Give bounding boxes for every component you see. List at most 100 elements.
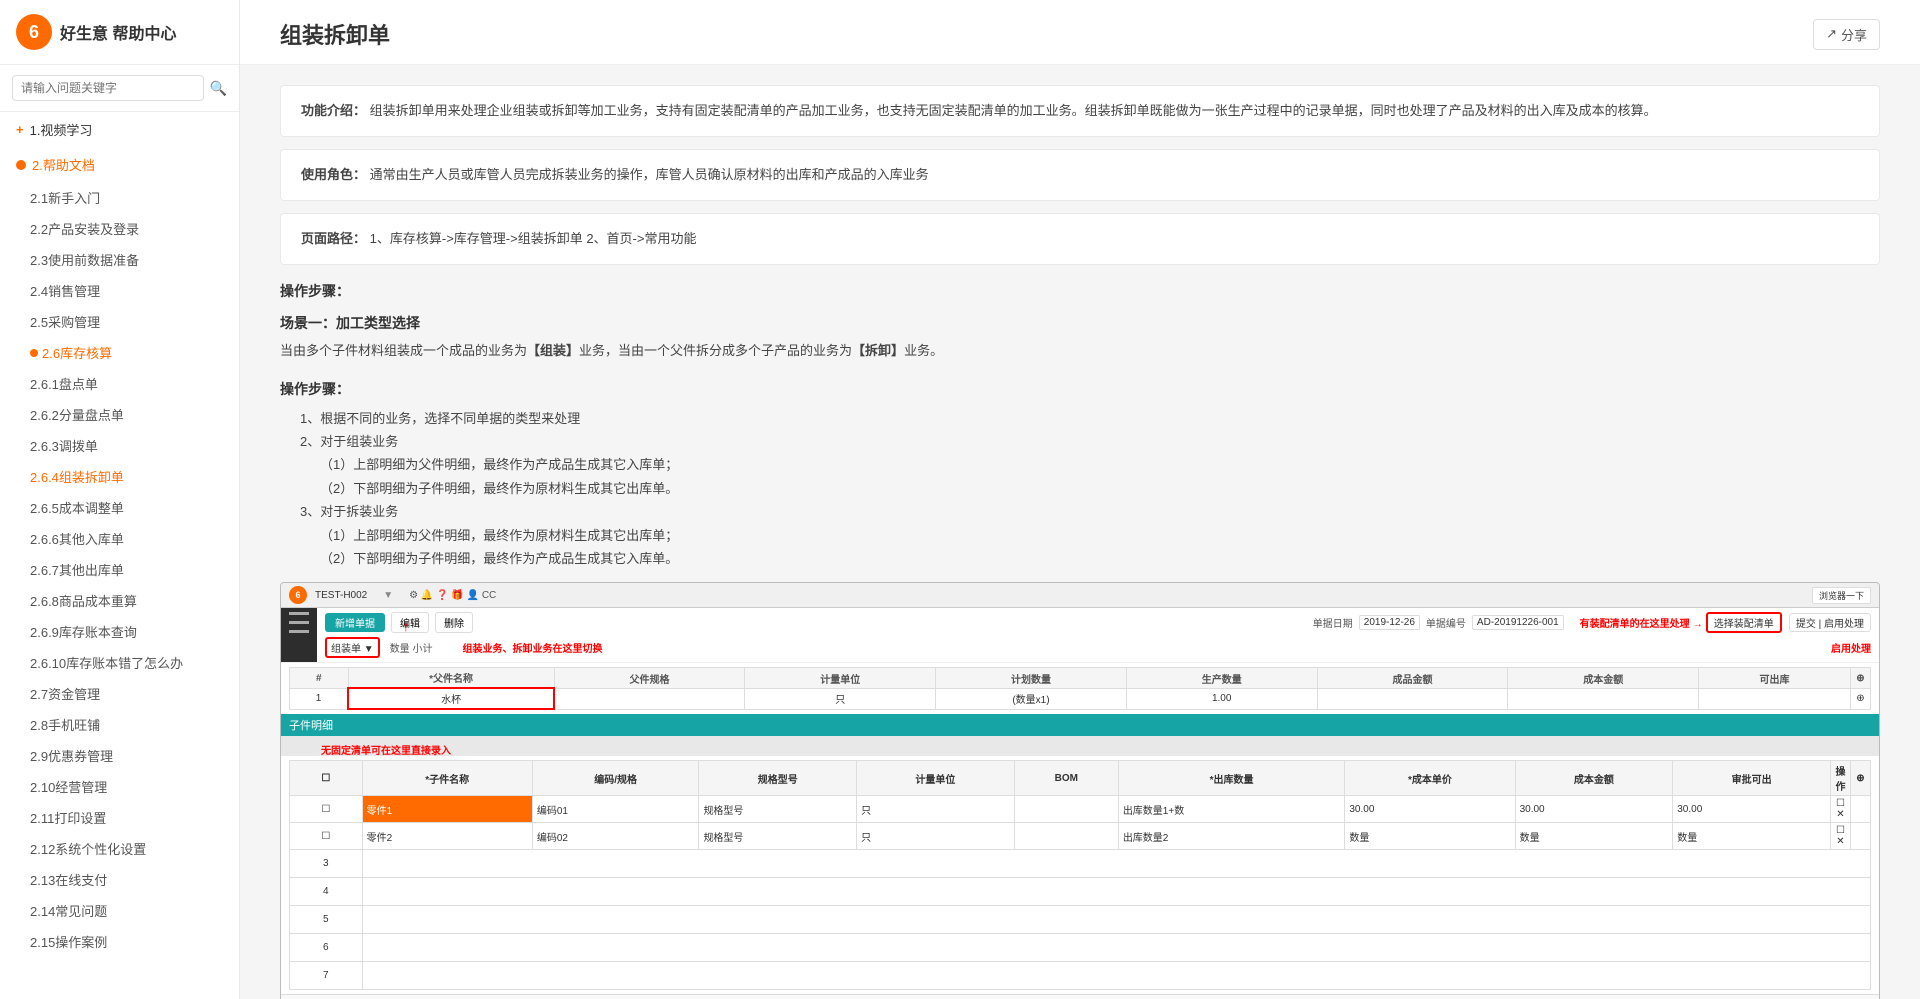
- t2-r2-outqty: 出库数量2: [1118, 823, 1345, 850]
- sidebar-item-partstocktake[interactable]: 2.6.2分量盘点单: [16, 399, 239, 430]
- app-module-header: 新增单据 编辑 删除 单据日期 2019-12-26 单据编号 AD-20191…: [281, 608, 1879, 663]
- share-button[interactable]: ↗ 分享: [1813, 19, 1880, 50]
- app-form-area: 组装单 ▼ 数量 小计 组装业务、拆卸业务在这里切换 ↑ 启用处理: [325, 637, 1871, 658]
- app-new-btn[interactable]: 新增单据: [325, 613, 385, 632]
- sidebar-item-stocktake[interactable]: 2.6.1盘点单: [16, 368, 239, 399]
- t2-r2-unit: 只: [857, 823, 1015, 850]
- ops-title: 操作步骤：: [280, 281, 1880, 301]
- sidebar-item-install[interactable]: 2.2产品安装及登录: [0, 213, 239, 244]
- annotation5-text: 无固定清单可在这里直接录入: [321, 742, 451, 757]
- annotation4-arrow: ↑: [402, 618, 409, 634]
- t2-r2-approve: 数量: [1673, 823, 1831, 850]
- app-edit-btn[interactable]: 编辑: [391, 612, 429, 633]
- sidebar-item-print[interactable]: 2.11打印设置: [0, 802, 239, 833]
- th-product-amt: 成品金额: [1317, 668, 1508, 689]
- app-table2-container: ☐ *子件名称 编码/规格 规格型号 计量单位 BOM *出库数量 *成本单价 …: [281, 756, 1879, 994]
- app-table1-container: # *父件名称 父件规格 计量单位 计划数量 生产数量 成品金额 成本金额 可出…: [281, 663, 1879, 714]
- role-block: 使用角色： 通常由生产人员或库管人员完成拆装业务的操作，库管人员确认原材料的出库…: [280, 149, 1880, 201]
- sidebar-item-onlinepay[interactable]: 2.13在线支付: [0, 864, 239, 895]
- main-content: 组装拆卸单 ↗ 分享 功能介绍： 组装拆卸单用来处理企业组装或拆卸等加工业务，支…: [240, 0, 1920, 999]
- t2-th-outqty: *出库数量: [1118, 761, 1345, 796]
- sidebar-item-personalize[interactable]: 2.12系统个性化设置: [0, 833, 239, 864]
- sidebar-item-cases[interactable]: 2.15操作案例: [0, 926, 239, 957]
- step-list: 1、根据不同的业务，选择不同单据的类型来处理 2、对于组装业务 （1）上部明细为…: [280, 407, 1880, 571]
- sidebar-item-newbie[interactable]: 2.1新手入门: [0, 182, 239, 213]
- t1-r1-costamt: [1508, 688, 1699, 709]
- section-label: 子件明细: [289, 717, 333, 733]
- sidebar-item-costrecalc[interactable]: 2.6.8商品成本重算: [16, 585, 239, 616]
- annotation-arrow1: →: [1693, 619, 1703, 630]
- sidebar-item-stockerror[interactable]: 2.6.10库存账本错了怎么办: [16, 647, 239, 678]
- t2-r1-costamt: 30.00: [1515, 796, 1673, 823]
- sidebar-item-stockledger[interactable]: 2.6.9库存账本查询: [16, 616, 239, 647]
- page-title: 组装拆卸单: [280, 18, 390, 50]
- step2: 2、对于组装业务: [300, 430, 1880, 453]
- app-table2-head: ☐ *子件名称 编码/规格 规格型号 计量单位 BOM *出库数量 *成本单价 …: [290, 761, 1871, 796]
- sidebar-item-label-2: 2.帮助文档: [32, 155, 95, 174]
- sidebar-item-purchase[interactable]: 2.5采购管理: [0, 306, 239, 337]
- t2-r2-name: 零件2: [362, 823, 532, 850]
- app-table1-head: # *父件名称 父件规格 计量单位 计划数量 生产数量 成品金额 成本金额 可出…: [290, 668, 1871, 689]
- t2-th-op: 操作: [1831, 761, 1851, 796]
- search-input[interactable]: [12, 75, 204, 101]
- sidebar-item-coupon[interactable]: 2.9优惠券管理: [0, 740, 239, 771]
- sidebar-item-inventory[interactable]: 2.6库存核算: [0, 337, 239, 368]
- th-seq: #: [290, 668, 349, 689]
- sidebar: 6 好生意 帮助中心 🔍 + 1.视频学习 2.帮助文档 2.1新手入门 2.2…: [0, 0, 240, 999]
- app-browser-btn[interactable]: 浏览器一下: [1812, 587, 1871, 604]
- table2-row3: 3: [290, 850, 1871, 878]
- sidebar-item-assembly[interactable]: 2.6.4组装拆卸单: [16, 461, 239, 492]
- t2-th-name: *子件名称: [362, 761, 532, 796]
- app-section-header: 子件明细: [281, 714, 1879, 736]
- app-action-btn[interactable]: 提交 | 启用处理: [1789, 613, 1871, 632]
- sidebar-item-otheroutbound[interactable]: 2.6.7其他出库单: [16, 554, 239, 585]
- table2-row1: ☐ 零件1 编码01 规格型号 只 出库数量1+数 30.00 30.00 30…: [290, 796, 1871, 823]
- role-label: 使用角色：: [301, 167, 366, 182]
- sidebar-item-transfer[interactable]: 2.6.3调拨单: [16, 430, 239, 461]
- app-table1: # *父件名称 父件规格 计量单位 计划数量 生产数量 成品金额 成本金额 可出…: [289, 667, 1871, 710]
- t2-th-expand: ⊕: [1851, 761, 1871, 796]
- t1-r1-action[interactable]: ⊕: [1851, 688, 1871, 709]
- sidebar-item-faq[interactable]: 2.14常见问题: [0, 895, 239, 926]
- share-icon: ↗: [1826, 26, 1837, 42]
- sidebar-item-finance[interactable]: 2.7资金管理: [0, 678, 239, 709]
- app-date-val: 2019-12-26: [1359, 615, 1420, 630]
- t2-r1-op[interactable]: ☐ ✕: [1831, 796, 1851, 823]
- table2-row7: 7: [290, 962, 1871, 990]
- active-dot-icon: [16, 160, 26, 170]
- t2-th-code: 编码/规格: [532, 761, 699, 796]
- t2-r3-seq: 3: [290, 850, 363, 878]
- sidebar-item-otherinbound[interactable]: 2.6.6其他入库单: [16, 523, 239, 554]
- sidebar-item-costadj[interactable]: 2.6.5成本调整单: [16, 492, 239, 523]
- app-enable-area: 启用处理: [1831, 640, 1871, 655]
- sidebar-item-helpdoc[interactable]: 2.帮助文档: [0, 147, 239, 182]
- share-label: 分享: [1841, 25, 1867, 44]
- t2-th-costprice: *成本单价: [1345, 761, 1515, 796]
- path-block: 页面路径： 1、库存核算->库存管理->组装拆卸单 2、首页->常用功能: [280, 213, 1880, 265]
- th-action1: ⊕: [1851, 668, 1871, 689]
- t2-r1-costprice: 30.00: [1345, 796, 1515, 823]
- step1: 1、根据不同的业务，选择不同单据的类型来处理: [300, 407, 1880, 430]
- t1-r1-planqty: (数量x1): [936, 688, 1127, 709]
- table1-row1: 1 水杯 只 (数量x1) 1.00 ⊕: [290, 688, 1871, 709]
- sidebar-item-mobile[interactable]: 2.8手机旺铺: [0, 709, 239, 740]
- app-type-selector[interactable]: 组装单 ▼: [325, 637, 380, 658]
- app-status-label: 数量 小计: [390, 640, 433, 655]
- app-num-val: AD-20191226-001: [1472, 615, 1564, 630]
- app-assign-btn[interactable]: 选择装配清单: [1706, 612, 1782, 633]
- t2-r1-bom: [1014, 796, 1118, 823]
- app-date-label: 单据日期: [1313, 615, 1353, 630]
- t1-r1-canout: [1699, 688, 1851, 709]
- sidebar-item-dataprep[interactable]: 2.3使用前数据准备: [0, 244, 239, 275]
- feature-intro-text: 组装拆卸单用来处理企业组装或拆卸等加工业务，支持有固定装配清单的产品加工业务，也…: [370, 103, 1657, 118]
- sidebar-item-sales[interactable]: 2.4销售管理: [0, 275, 239, 306]
- sidebar-item-video[interactable]: + 1.视频学习: [0, 112, 239, 147]
- app-delete-btn[interactable]: 删除: [435, 612, 473, 633]
- t2-r2-spec: 规格型号: [699, 823, 857, 850]
- sidebar-item-operations[interactable]: 2.10经营管理: [0, 771, 239, 802]
- t2-r2-op[interactable]: ☐ ✕: [1831, 823, 1851, 850]
- logo-area: 6 好生意 帮助中心: [0, 0, 239, 65]
- app-toolbar-row1: 新增单据 编辑 删除 单据日期 2019-12-26 单据编号 AD-20191…: [325, 612, 1871, 633]
- t2-th-approve: 审批可出: [1673, 761, 1831, 796]
- search-button[interactable]: 🔍: [210, 80, 227, 97]
